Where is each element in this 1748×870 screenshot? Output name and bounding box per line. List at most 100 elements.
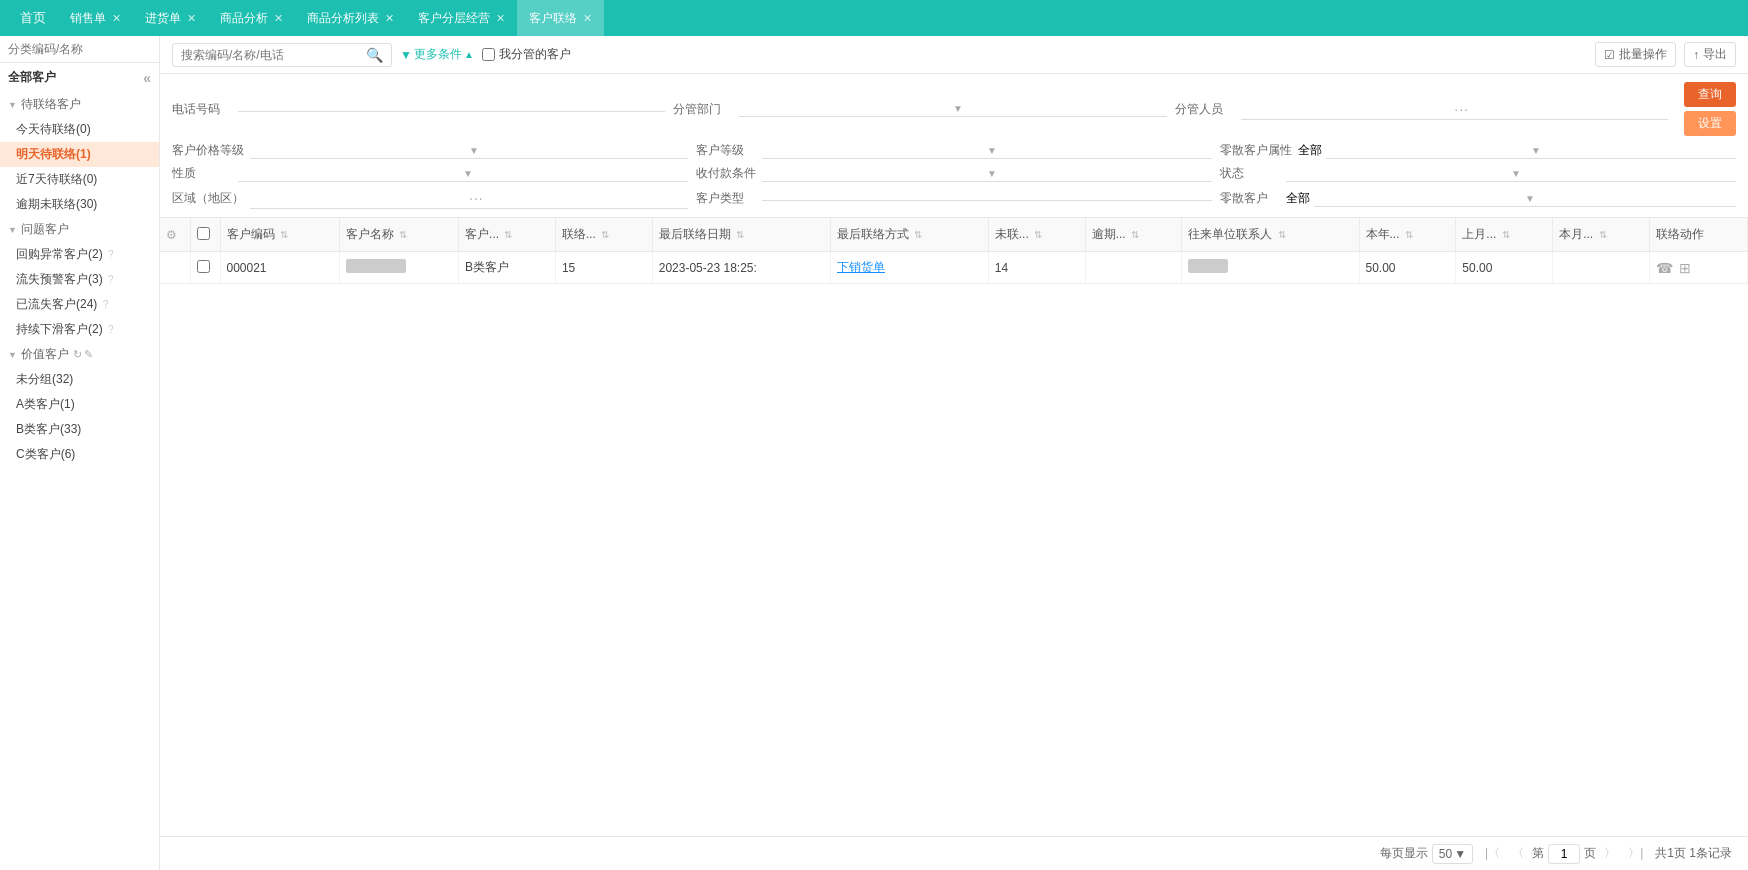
value-customer-refresh-icon[interactable]: ↻ xyxy=(73,348,82,361)
nav-sales[interactable]: 销售单 ✕ xyxy=(58,0,133,36)
sidebar-item-c-class[interactable]: C类客户(6) xyxy=(0,442,159,467)
nav-purchase[interactable]: 进货单 ✕ xyxy=(133,0,208,36)
first-page-button[interactable]: |〈 xyxy=(1481,843,1504,864)
page-number-input[interactable] xyxy=(1548,844,1580,864)
col-overdue-sort-icon[interactable]: ⇅ xyxy=(1131,229,1139,240)
sidebar-group-value-customers[interactable]: 价值客户 ↻ ✎ xyxy=(0,342,159,367)
row-checkbox[interactable] xyxy=(197,260,210,273)
filter-phone-input[interactable] xyxy=(238,107,665,112)
more-filter-button[interactable]: ▼ 更多条件 ▲ xyxy=(400,46,474,63)
filter-retail-attr-select[interactable]: ▼ xyxy=(1326,143,1736,159)
filter-customer-level-label: 客户等级 xyxy=(696,142,756,159)
sidebar-item-a-class[interactable]: A类客户(1) xyxy=(0,392,159,417)
col-not-contact-sort-icon[interactable]: ⇅ xyxy=(1034,229,1042,240)
my-customers-checkbox-label[interactable]: 我分管的客户 xyxy=(482,46,571,63)
col-this-year-sort-icon[interactable]: ⇅ xyxy=(1405,229,1413,240)
col-action-header: 联络动作 xyxy=(1650,218,1748,252)
nav-customer-contact[interactable]: 客户联络 ✕ xyxy=(517,0,604,36)
close-analysis-icon[interactable]: ✕ xyxy=(274,12,283,25)
row-contact-count: 15 xyxy=(555,252,652,284)
value-customer-edit-icon[interactable]: ✎ xyxy=(84,348,93,361)
bulk-action-button[interactable]: ☑ 批量操作 xyxy=(1595,42,1676,67)
sidebar-item-today-contact[interactable]: 今天待联络(0) xyxy=(0,117,159,142)
col-last-month-sort-icon[interactable]: ⇅ xyxy=(1502,229,1510,240)
close-customer-level-icon[interactable]: ✕ xyxy=(496,12,505,25)
help-icon-churn[interactable]: ? xyxy=(108,274,114,285)
col-last-method-sort-icon[interactable]: ⇅ xyxy=(914,229,922,240)
sidebar-item-b-class[interactable]: B类客户(33) xyxy=(0,417,159,442)
help-icon-abnormal[interactable]: ? xyxy=(108,249,114,260)
col-contact-sort-icon[interactable]: ⇅ xyxy=(601,229,609,240)
col-settings[interactable]: ⚙ xyxy=(160,218,190,252)
sidebar-search-input[interactable] xyxy=(8,42,158,56)
help-icon-churned[interactable]: ? xyxy=(103,299,109,310)
status-arrow-icon: ▼ xyxy=(1511,168,1732,179)
sidebar-item-tomorrow-contact[interactable]: 明天待联络(1) xyxy=(0,142,159,167)
filter-price-level: 客户价格等级 ▼ xyxy=(172,142,688,159)
last-page-button[interactable]: 〉| xyxy=(1624,843,1647,864)
nav-home[interactable]: 首页 xyxy=(8,0,58,36)
search-box[interactable]: 🔍 xyxy=(172,43,392,67)
sidebar-item-ungrouped[interactable]: 未分组(32) xyxy=(0,367,159,392)
col-unit-contact-sort-icon[interactable]: ⇅ xyxy=(1278,229,1286,240)
row-last-method[interactable]: 下销货单 xyxy=(831,252,989,284)
filter-price-level-select[interactable]: ▼ xyxy=(250,143,688,159)
sidebar-item-overdue-contact[interactable]: 逾期未联络(30) xyxy=(0,192,159,217)
col-code-sort-icon[interactable]: ⇅ xyxy=(280,229,288,240)
filter-status-select[interactable]: ▼ xyxy=(1286,166,1736,182)
col-name-header: 客户名称 ⇅ xyxy=(339,218,458,252)
sidebar-group-problem-customers[interactable]: 问题客户 xyxy=(0,217,159,242)
filter-customer-type-select[interactable] xyxy=(762,196,1212,201)
next-page-button[interactable]: 〉 xyxy=(1600,843,1620,864)
close-sales-icon[interactable]: ✕ xyxy=(112,12,121,25)
sidebar-item-declining[interactable]: 持续下滑客户(2) ? xyxy=(0,317,159,342)
select-all-checkbox[interactable] xyxy=(197,227,210,240)
close-analysis-list-icon[interactable]: ✕ xyxy=(385,12,394,25)
page-size-box[interactable]: 50 ▼ xyxy=(1432,844,1473,864)
last-method-link[interactable]: 下销货单 xyxy=(837,260,885,274)
close-purchase-icon[interactable]: ✕ xyxy=(187,12,196,25)
row-checkbox-cell[interactable] xyxy=(190,252,220,284)
sidebar-item-7days-contact[interactable]: 近7天待联络(0) xyxy=(0,167,159,192)
row-more-icon[interactable]: ⊞ xyxy=(1679,260,1691,276)
col-last-method-label: 最后联络方式 xyxy=(837,227,909,241)
col-name-sort-icon[interactable]: ⇅ xyxy=(399,229,407,240)
nav-customer-level[interactable]: 客户分层经营 ✕ xyxy=(406,0,517,36)
all-customers-header[interactable]: 全部客户 « xyxy=(0,63,159,92)
filter-area-select[interactable]: ··· xyxy=(250,188,688,209)
filter-manager-select[interactable]: ··· xyxy=(1241,99,1668,120)
close-customer-contact-icon[interactable]: ✕ xyxy=(583,12,592,25)
col-this-month-sort-icon[interactable]: ⇅ xyxy=(1599,229,1607,240)
my-customers-checkbox[interactable] xyxy=(482,48,495,61)
filter-nature-select[interactable]: ▼ xyxy=(238,166,688,182)
settings-gear-icon[interactable]: ⚙ xyxy=(166,228,177,242)
sidebar-item-abnormal-repurchase[interactable]: 回购异常客户(2) ? xyxy=(0,242,159,267)
query-button[interactable]: 查询 xyxy=(1684,82,1736,107)
row-this-year: 50.00 xyxy=(1359,252,1456,284)
nav-analysis-list[interactable]: 商品分析列表 ✕ xyxy=(295,0,406,36)
sidebar-item-churned[interactable]: 已流失客户(24) ? xyxy=(0,292,159,317)
col-type-sort-icon[interactable]: ⇅ xyxy=(504,229,512,240)
export-button[interactable]: ↑ 导出 xyxy=(1684,42,1736,67)
nav-analysis[interactable]: 商品分析 ✕ xyxy=(208,0,295,36)
filter-payment-select[interactable]: ▼ xyxy=(762,166,1212,182)
page-label: 第 xyxy=(1532,845,1544,862)
filter-customer-level-select[interactable]: ▼ xyxy=(762,143,1212,159)
filter-dept-select[interactable]: ▼ xyxy=(739,101,1166,117)
search-submit-icon[interactable]: 🔍 xyxy=(366,47,383,63)
row-contact-icon[interactable]: ☎ xyxy=(1656,260,1673,276)
help-icon-declining[interactable]: ? xyxy=(108,324,114,335)
col-last-date-sort-icon[interactable]: ⇅ xyxy=(736,229,744,240)
col-checkbox[interactable] xyxy=(190,218,220,252)
sidebar: 🔍 全部客户 « 待联络客户 今天待联络(0) 明天待联络(1) 近7天待联络(… xyxy=(0,36,160,870)
row-last-month: 50.00 xyxy=(1456,252,1553,284)
row-code: 000021 xyxy=(220,252,339,284)
sidebar-item-churn-warning[interactable]: 流失预警客户(3) ? xyxy=(0,267,159,292)
prev-page-button[interactable]: 〈 xyxy=(1508,843,1528,864)
search-input[interactable] xyxy=(181,48,366,62)
set-button[interactable]: 设置 xyxy=(1684,111,1736,136)
sidebar-group-pending-contact[interactable]: 待联络客户 xyxy=(0,92,159,117)
filter-dept-label: 分管部门 xyxy=(673,101,733,118)
filter-retail-customer-select[interactable]: ▼ xyxy=(1314,191,1736,207)
content-area: 🔍 ▼ 更多条件 ▲ 我分管的客户 ☑ 批量操作 ↑ 导出 xyxy=(160,36,1748,870)
